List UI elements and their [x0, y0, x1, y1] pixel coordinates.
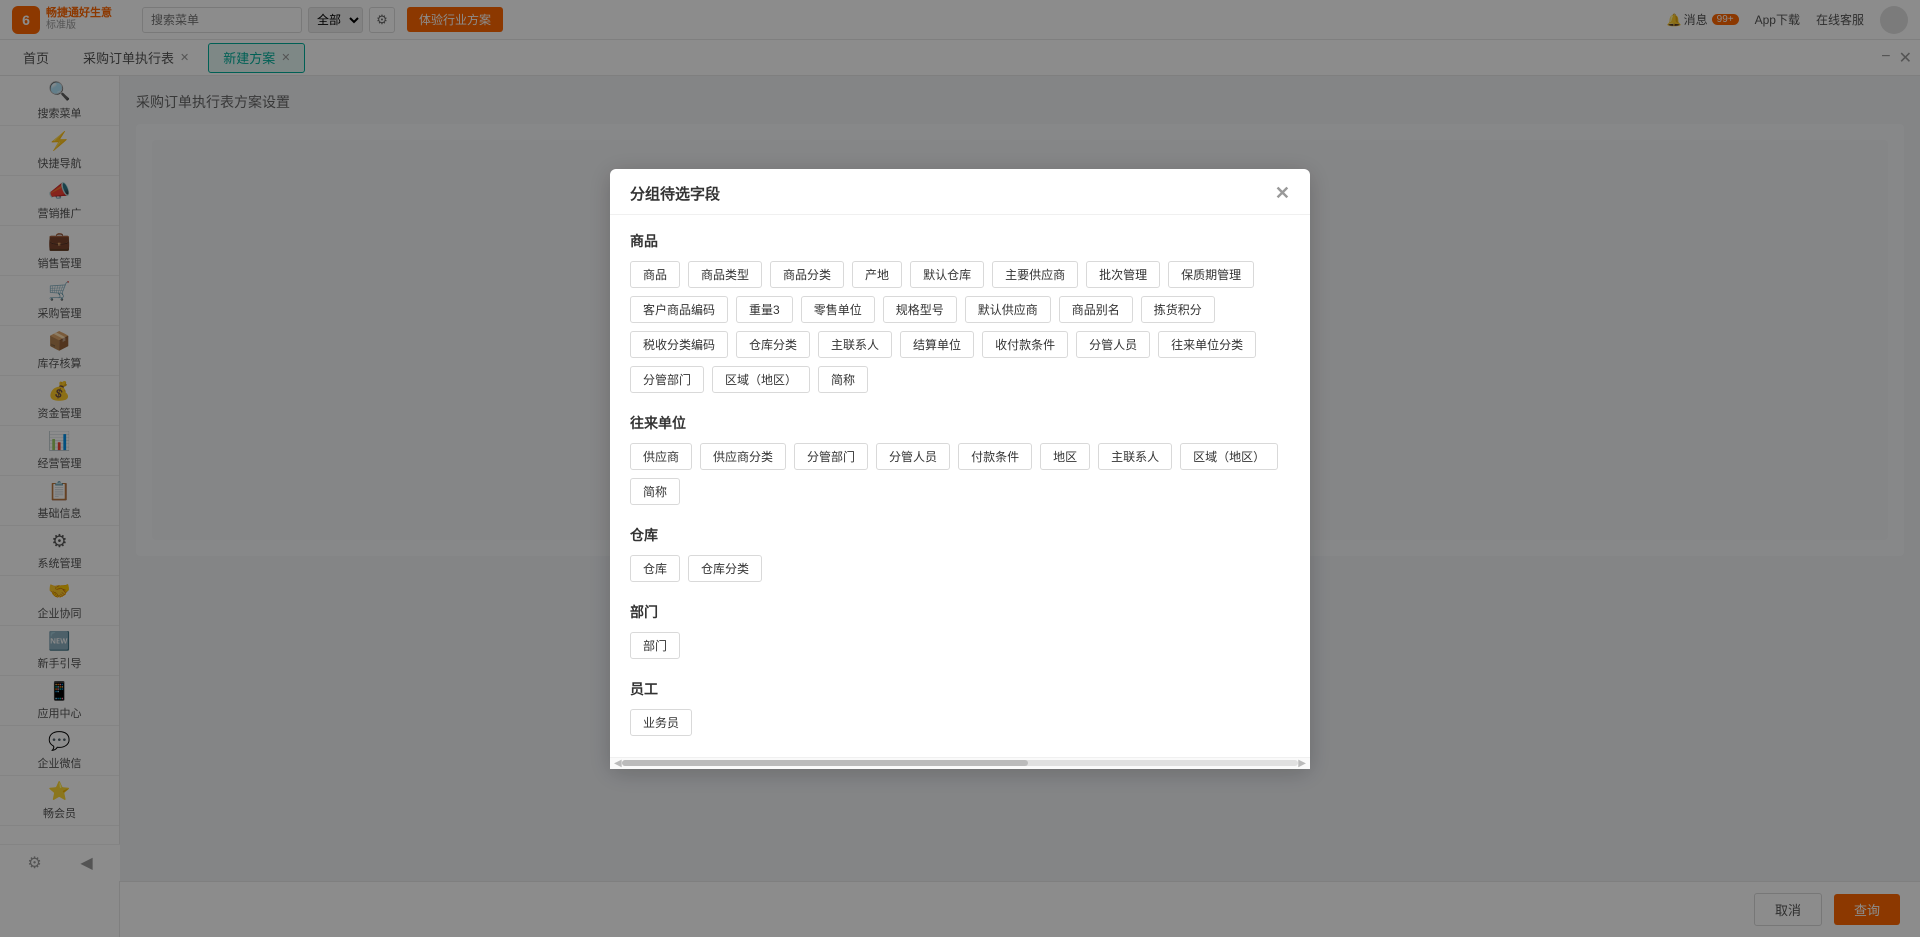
field-tag-0-12[interactable]: 默认供应商 — [965, 296, 1051, 323]
modal-body[interactable]: 商品商品商品类型商品分类产地默认仓库主要供应商批次管理保质期管理客户商品编码重量… — [610, 215, 1310, 757]
field-tag-1-7[interactable]: 区域（地区） — [1180, 443, 1278, 470]
field-tag-1-5[interactable]: 地区 — [1040, 443, 1090, 470]
horizontal-scroll-track[interactable] — [622, 760, 1299, 766]
field-tag-2-0[interactable]: 仓库 — [630, 555, 680, 582]
field-tag-0-22[interactable]: 分管部门 — [630, 366, 704, 393]
horizontal-scroll-thumb — [622, 760, 1028, 766]
field-section-0: 商品商品商品类型商品分类产地默认仓库主要供应商批次管理保质期管理客户商品编码重量… — [630, 231, 1290, 393]
field-tag-1-0[interactable]: 供应商 — [630, 443, 692, 470]
field-tags-4: 业务员 — [630, 709, 1290, 736]
field-tag-0-15[interactable]: 税收分类编码 — [630, 331, 728, 358]
field-tag-0-7[interactable]: 保质期管理 — [1168, 261, 1254, 288]
field-tags-3: 部门 — [630, 632, 1290, 659]
section-title-1: 往来单位 — [630, 413, 1290, 433]
field-tags-0: 商品商品类型商品分类产地默认仓库主要供应商批次管理保质期管理客户商品编码重量3 零… — [630, 261, 1290, 393]
field-tag-0-3[interactable]: 产地 — [852, 261, 902, 288]
field-tag-0-11[interactable]: 规格型号 — [883, 296, 957, 323]
field-tag-1-8[interactable]: 简称 — [630, 478, 680, 505]
field-tag-0-9[interactable]: 重量3 — [736, 296, 793, 323]
field-tag-4-0[interactable]: 业务员 — [630, 709, 692, 736]
field-section-1: 往来单位供应商供应商分类分管部门分管人员付款条件地区主联系人区域（地区） 简称 — [630, 413, 1290, 505]
field-tag-1-2[interactable]: 分管部门 — [794, 443, 868, 470]
field-tag-0-17[interactable]: 主联系人 — [818, 331, 892, 358]
field-tags-2: 仓库仓库分类 — [630, 555, 1290, 582]
modal-horizontal-scrollbar: ◀ ▶ — [610, 757, 1310, 769]
field-tag-0-0[interactable]: 商品 — [630, 261, 680, 288]
field-tag-0-4[interactable]: 默认仓库 — [910, 261, 984, 288]
field-tag-1-3[interactable]: 分管人员 — [876, 443, 950, 470]
field-tag-3-0[interactable]: 部门 — [630, 632, 680, 659]
field-tag-0-10[interactable]: 零售单位 — [801, 296, 875, 323]
modal: 分组待选字段 ✕ 商品商品商品类型商品分类产地默认仓库主要供应商批次管理保质期管… — [610, 169, 1310, 769]
field-tag-0-20[interactable]: 分管人员 — [1076, 331, 1150, 358]
field-tag-0-2[interactable]: 商品分类 — [770, 261, 844, 288]
field-tag-0-5[interactable]: 主要供应商 — [992, 261, 1078, 288]
section-title-4: 员工 — [630, 679, 1290, 699]
modal-overlay: 分组待选字段 ✕ 商品商品商品类型商品分类产地默认仓库主要供应商批次管理保质期管… — [0, 0, 1920, 937]
field-tag-1-1[interactable]: 供应商分类 — [700, 443, 786, 470]
modal-close-button[interactable]: ✕ — [1275, 183, 1290, 204]
section-title-0: 商品 — [630, 231, 1290, 251]
field-tag-0-18[interactable]: 结算单位 — [900, 331, 974, 358]
field-tag-1-4[interactable]: 付款条件 — [958, 443, 1032, 470]
scroll-left-arrow[interactable]: ◀ — [614, 758, 622, 769]
modal-header: 分组待选字段 ✕ — [610, 169, 1310, 215]
field-section-4: 员工业务员 — [630, 679, 1290, 736]
field-section-3: 部门部门 — [630, 602, 1290, 659]
modal-title: 分组待选字段 — [630, 183, 720, 204]
field-tag-0-14[interactable]: 拣货积分 — [1141, 296, 1215, 323]
field-tag-0-1[interactable]: 商品类型 — [688, 261, 762, 288]
field-tag-1-6[interactable]: 主联系人 — [1098, 443, 1172, 470]
section-title-3: 部门 — [630, 602, 1290, 622]
field-tag-0-19[interactable]: 收付款条件 — [982, 331, 1068, 358]
scroll-right-arrow[interactable]: ▶ — [1298, 758, 1306, 769]
field-tag-0-21[interactable]: 往来单位分类 — [1158, 331, 1256, 358]
field-tag-0-24[interactable]: 简称 — [818, 366, 868, 393]
field-tags-1: 供应商供应商分类分管部门分管人员付款条件地区主联系人区域（地区） 简称 — [630, 443, 1290, 505]
field-tag-0-6[interactable]: 批次管理 — [1086, 261, 1160, 288]
section-title-2: 仓库 — [630, 525, 1290, 545]
field-tag-2-1[interactable]: 仓库分类 — [688, 555, 762, 582]
field-tag-0-16[interactable]: 仓库分类 — [736, 331, 810, 358]
field-tag-0-23[interactable]: 区域（地区） — [712, 366, 810, 393]
field-section-2: 仓库仓库仓库分类 — [630, 525, 1290, 582]
field-tag-0-8[interactable]: 客户商品编码 — [630, 296, 728, 323]
field-tag-0-13[interactable]: 商品别名 — [1059, 296, 1133, 323]
